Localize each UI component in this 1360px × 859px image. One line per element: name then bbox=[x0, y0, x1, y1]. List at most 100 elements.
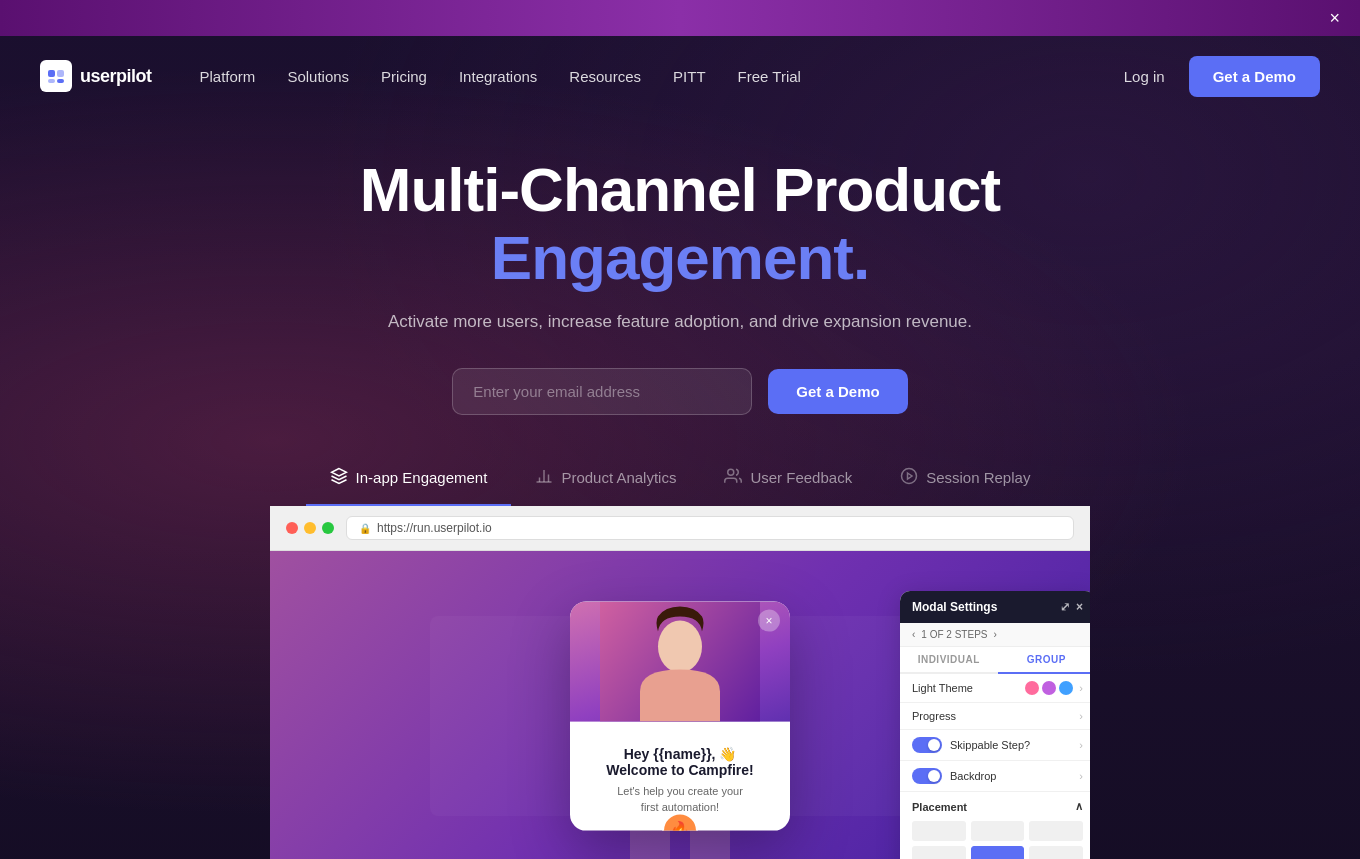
demo-preview-container: 🔒 https://run.userpilot.io bbox=[40, 506, 1320, 859]
svg-rect-0 bbox=[48, 70, 55, 77]
navbar-right: Log in Get a Demo bbox=[1124, 56, 1320, 97]
nav-pitt[interactable]: PITT bbox=[673, 68, 706, 85]
url-text: https://run.userpilot.io bbox=[377, 521, 492, 535]
placement-cell-tc[interactable] bbox=[971, 821, 1025, 841]
get-demo-button-nav[interactable]: Get a Demo bbox=[1189, 56, 1320, 97]
logo[interactable]: userpilot bbox=[40, 60, 152, 92]
modal-settings-panel: Modal Settings ⤢ × ‹ 1 OF 2 STEPS › INDI… bbox=[900, 591, 1090, 859]
tab-individual[interactable]: INDIVIDUAL bbox=[900, 647, 998, 672]
theme-dot-pink bbox=[1025, 681, 1039, 695]
hero-cta: Get a Demo bbox=[40, 368, 1320, 415]
settings-tabs: INDIVIDUAL GROUP bbox=[900, 647, 1090, 674]
backdrop-label-row: Backdrop bbox=[912, 768, 996, 784]
browser-dot-yellow bbox=[304, 522, 316, 534]
nav-pricing[interactable]: Pricing bbox=[381, 68, 427, 85]
placement-cell-tr[interactable] bbox=[1029, 821, 1083, 841]
settings-light-theme: Light Theme › bbox=[900, 674, 1090, 703]
browser-dot-green bbox=[322, 522, 334, 534]
tab-product-analytics[interactable]: Product Analytics bbox=[511, 455, 700, 506]
browser-content: × 🔥 Hey {{name}}, 👋 Welcome to Campfire!… bbox=[270, 551, 1090, 859]
light-theme-label: Light Theme bbox=[912, 682, 973, 694]
skippable-label-row: Skippable Step? bbox=[912, 737, 1030, 753]
tab-user-feedback[interactable]: User Feedback bbox=[700, 455, 876, 506]
nav-integrations[interactable]: Integrations bbox=[459, 68, 537, 85]
progress-chevron[interactable]: › bbox=[1079, 710, 1083, 722]
placement-cell-ml[interactable] bbox=[912, 846, 966, 859]
settings-header: Modal Settings ⤢ × bbox=[900, 591, 1090, 623]
tab-feedback-label: User Feedback bbox=[750, 469, 852, 486]
browser-chrome: 🔒 https://run.userpilot.io bbox=[270, 506, 1090, 551]
login-link[interactable]: Log in bbox=[1124, 68, 1165, 85]
settings-progress: Progress › bbox=[900, 703, 1090, 730]
email-input[interactable] bbox=[452, 368, 752, 415]
logo-icon bbox=[40, 60, 72, 92]
backdrop-toggle[interactable] bbox=[912, 768, 942, 784]
theme-color-dots bbox=[1025, 681, 1073, 695]
progress-label-row: Progress bbox=[912, 710, 956, 722]
theme-dot-purple bbox=[1042, 681, 1056, 695]
placement-title: Placement ∧ bbox=[912, 800, 1083, 813]
get-demo-button-hero[interactable]: Get a Demo bbox=[768, 369, 907, 414]
browser-dot-red bbox=[286, 522, 298, 534]
tab-session-replay[interactable]: Session Replay bbox=[876, 455, 1054, 506]
preview-modal: × 🔥 Hey {{name}}, 👋 Welcome to Campfire!… bbox=[570, 602, 790, 831]
svg-point-10 bbox=[902, 469, 917, 484]
light-theme-label-row: Light Theme bbox=[912, 682, 973, 694]
expand-icon[interactable]: ⤢ bbox=[1060, 600, 1070, 614]
lock-icon: 🔒 bbox=[359, 523, 371, 534]
prev-step-icon[interactable]: ‹ bbox=[912, 629, 915, 640]
settings-backdrop: Backdrop › bbox=[900, 761, 1090, 792]
placement-section: Placement ∧ bbox=[900, 792, 1090, 859]
tab-inapp-label: In-app Engagement bbox=[356, 469, 488, 486]
nav-resources[interactable]: Resources bbox=[569, 68, 641, 85]
skippable-toggle[interactable] bbox=[912, 737, 942, 753]
tab-inapp-engagement[interactable]: In-app Engagement bbox=[306, 455, 512, 506]
svg-rect-2 bbox=[48, 79, 55, 83]
placement-chevron-up[interactable]: ∧ bbox=[1075, 800, 1083, 813]
feature-tabs: In-app Engagement Product Analytics User… bbox=[0, 455, 1360, 506]
announcement-bar: × bbox=[0, 0, 1360, 36]
nav-links: Platform Solutions Pricing Integrations … bbox=[200, 68, 801, 85]
close-settings-icon[interactable]: × bbox=[1076, 600, 1083, 614]
modal-greeting: Hey {{name}}, 👋 Welcome to Campfire! bbox=[586, 746, 774, 778]
modal-close-btn[interactable]: × bbox=[758, 610, 780, 632]
navbar: userpilot Platform Solutions Pricing Int… bbox=[0, 36, 1360, 116]
nav-free-trial[interactable]: Free Trial bbox=[738, 68, 801, 85]
svg-marker-4 bbox=[331, 469, 346, 477]
hero-section: Multi-Channel Product Engagement. Activa… bbox=[0, 116, 1360, 415]
skippable-label: Skippable Step? bbox=[950, 739, 1030, 751]
steps-navigator: ‹ 1 OF 2 STEPS › bbox=[900, 623, 1090, 647]
backdrop-chevron[interactable]: › bbox=[1079, 770, 1083, 782]
tab-analytics-label: Product Analytics bbox=[561, 469, 676, 486]
skippable-chevron[interactable]: › bbox=[1079, 739, 1083, 751]
tab-group[interactable]: GROUP bbox=[998, 647, 1091, 674]
tab-replay-label: Session Replay bbox=[926, 469, 1030, 486]
hero-title: Multi-Channel Product Engagement. bbox=[40, 156, 1320, 292]
browser-url-bar[interactable]: 🔒 https://run.userpilot.io bbox=[346, 516, 1074, 540]
placement-cell-tl[interactable] bbox=[912, 821, 966, 841]
placement-cell-mc[interactable] bbox=[971, 846, 1025, 859]
nav-platform[interactable]: Platform bbox=[200, 68, 256, 85]
svg-marker-11 bbox=[908, 473, 913, 479]
nav-solutions[interactable]: Solutions bbox=[287, 68, 349, 85]
placement-cell-mr[interactable] bbox=[1029, 846, 1083, 859]
svg-point-14 bbox=[658, 621, 702, 673]
settings-skippable: Skippable Step? › bbox=[900, 730, 1090, 761]
browser-dots bbox=[286, 522, 334, 534]
logo-text: userpilot bbox=[80, 66, 152, 87]
hero-title-line1: Multi-Channel Product bbox=[360, 155, 1000, 224]
users-icon bbox=[724, 467, 742, 488]
navbar-left: userpilot Platform Solutions Pricing Int… bbox=[40, 60, 801, 92]
theme-controls: › bbox=[1025, 681, 1083, 695]
theme-chevron[interactable]: › bbox=[1079, 682, 1083, 694]
bar-chart-icon bbox=[535, 467, 553, 488]
play-circle-icon bbox=[900, 467, 918, 488]
settings-title: Modal Settings bbox=[912, 600, 997, 614]
progress-label: Progress bbox=[912, 710, 956, 722]
settings-header-icons: ⤢ × bbox=[1060, 600, 1083, 614]
modal-subtitle: Let's help you create your first automat… bbox=[586, 784, 774, 815]
announcement-close[interactable]: × bbox=[1329, 8, 1340, 29]
next-step-icon[interactable]: › bbox=[993, 629, 996, 640]
preview-wrapper: 🔒 https://run.userpilot.io bbox=[40, 506, 1320, 859]
backdrop-label: Backdrop bbox=[950, 770, 996, 782]
